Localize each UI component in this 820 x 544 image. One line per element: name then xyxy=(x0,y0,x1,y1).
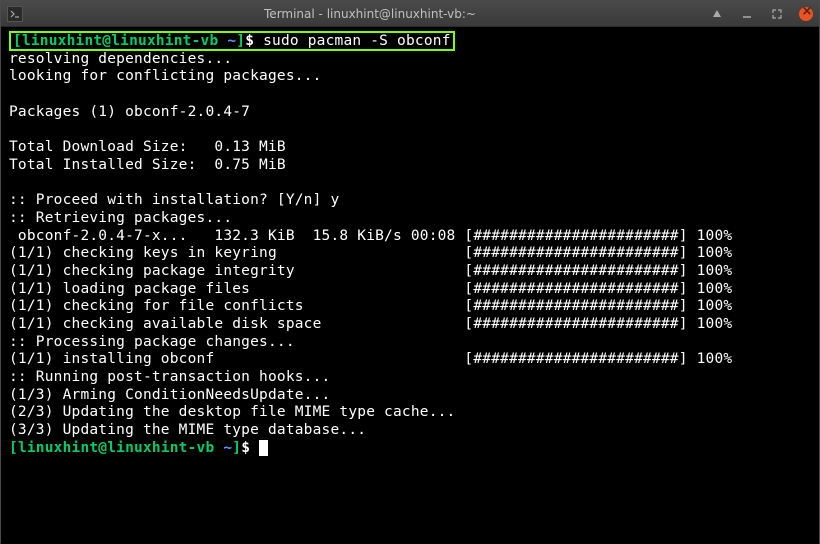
output-line: resolving dependencies... xyxy=(9,51,232,67)
terminal-icon xyxy=(7,6,23,22)
command-executed: sudo pacman -S obconf xyxy=(263,33,451,49)
output-line: (1/1) checking for file conflicts [#####… xyxy=(9,298,732,314)
window-controls xyxy=(709,6,813,22)
output-line: :: Running post-transaction hooks... xyxy=(9,369,330,385)
cursor xyxy=(259,440,268,456)
window-title: Terminal - linuxhint@linuxhint-vb:~ xyxy=(31,7,709,21)
output-line: (3/3) Updating the MIME type database... xyxy=(9,422,366,438)
titlebar: Terminal - linuxhint@linuxhint-vb:~ xyxy=(1,1,819,27)
close-button[interactable] xyxy=(799,7,813,21)
prompt-path: ~ xyxy=(223,440,232,456)
prompt-dollar: $ xyxy=(241,440,250,456)
prompt-user: linuxhint@linuxhint-vb xyxy=(22,33,218,49)
output-line: (2/3) Updating the desktop file MIME typ… xyxy=(9,404,456,420)
prompt-path: ~ xyxy=(227,33,236,49)
terminal-content[interactable]: [linuxhint@linuxhint-vb ~]$ sudo pacman … xyxy=(1,27,819,544)
always-on-top-button[interactable] xyxy=(709,6,725,22)
minimize-button[interactable] xyxy=(739,6,755,22)
output-line: (1/1) checking package integrity [######… xyxy=(9,263,732,279)
output-line: obconf-2.0.4-7-x... 132.3 KiB 15.8 KiB/s… xyxy=(9,228,732,244)
output-line: Packages (1) obconf-2.0.4-7 xyxy=(9,104,250,120)
output-line: (1/1) checking available disk space [###… xyxy=(9,316,732,332)
output-line: Total Installed Size: 0.75 MiB xyxy=(9,157,286,173)
prompt-user: linuxhint@linuxhint-vb xyxy=(18,440,214,456)
output-line: (1/3) Arming ConditionNeedsUpdate... xyxy=(9,387,330,403)
output-line: (1/1) installing obconf [###############… xyxy=(9,351,732,367)
output-line: :: Proceed with installation? [Y/n] y xyxy=(9,192,339,208)
output-line: looking for conflicting packages... xyxy=(9,68,322,84)
output-line: :: Retrieving packages... xyxy=(9,210,232,226)
prompt-dollar: $ xyxy=(245,33,254,49)
maximize-button[interactable] xyxy=(769,6,785,22)
output-line: Total Download Size: 0.13 MiB xyxy=(9,139,286,155)
output-line: (1/1) loading package files [###########… xyxy=(9,281,732,297)
output-line: (1/1) checking keys in keyring [########… xyxy=(9,245,732,261)
output-line: :: Processing package changes... xyxy=(9,334,295,350)
